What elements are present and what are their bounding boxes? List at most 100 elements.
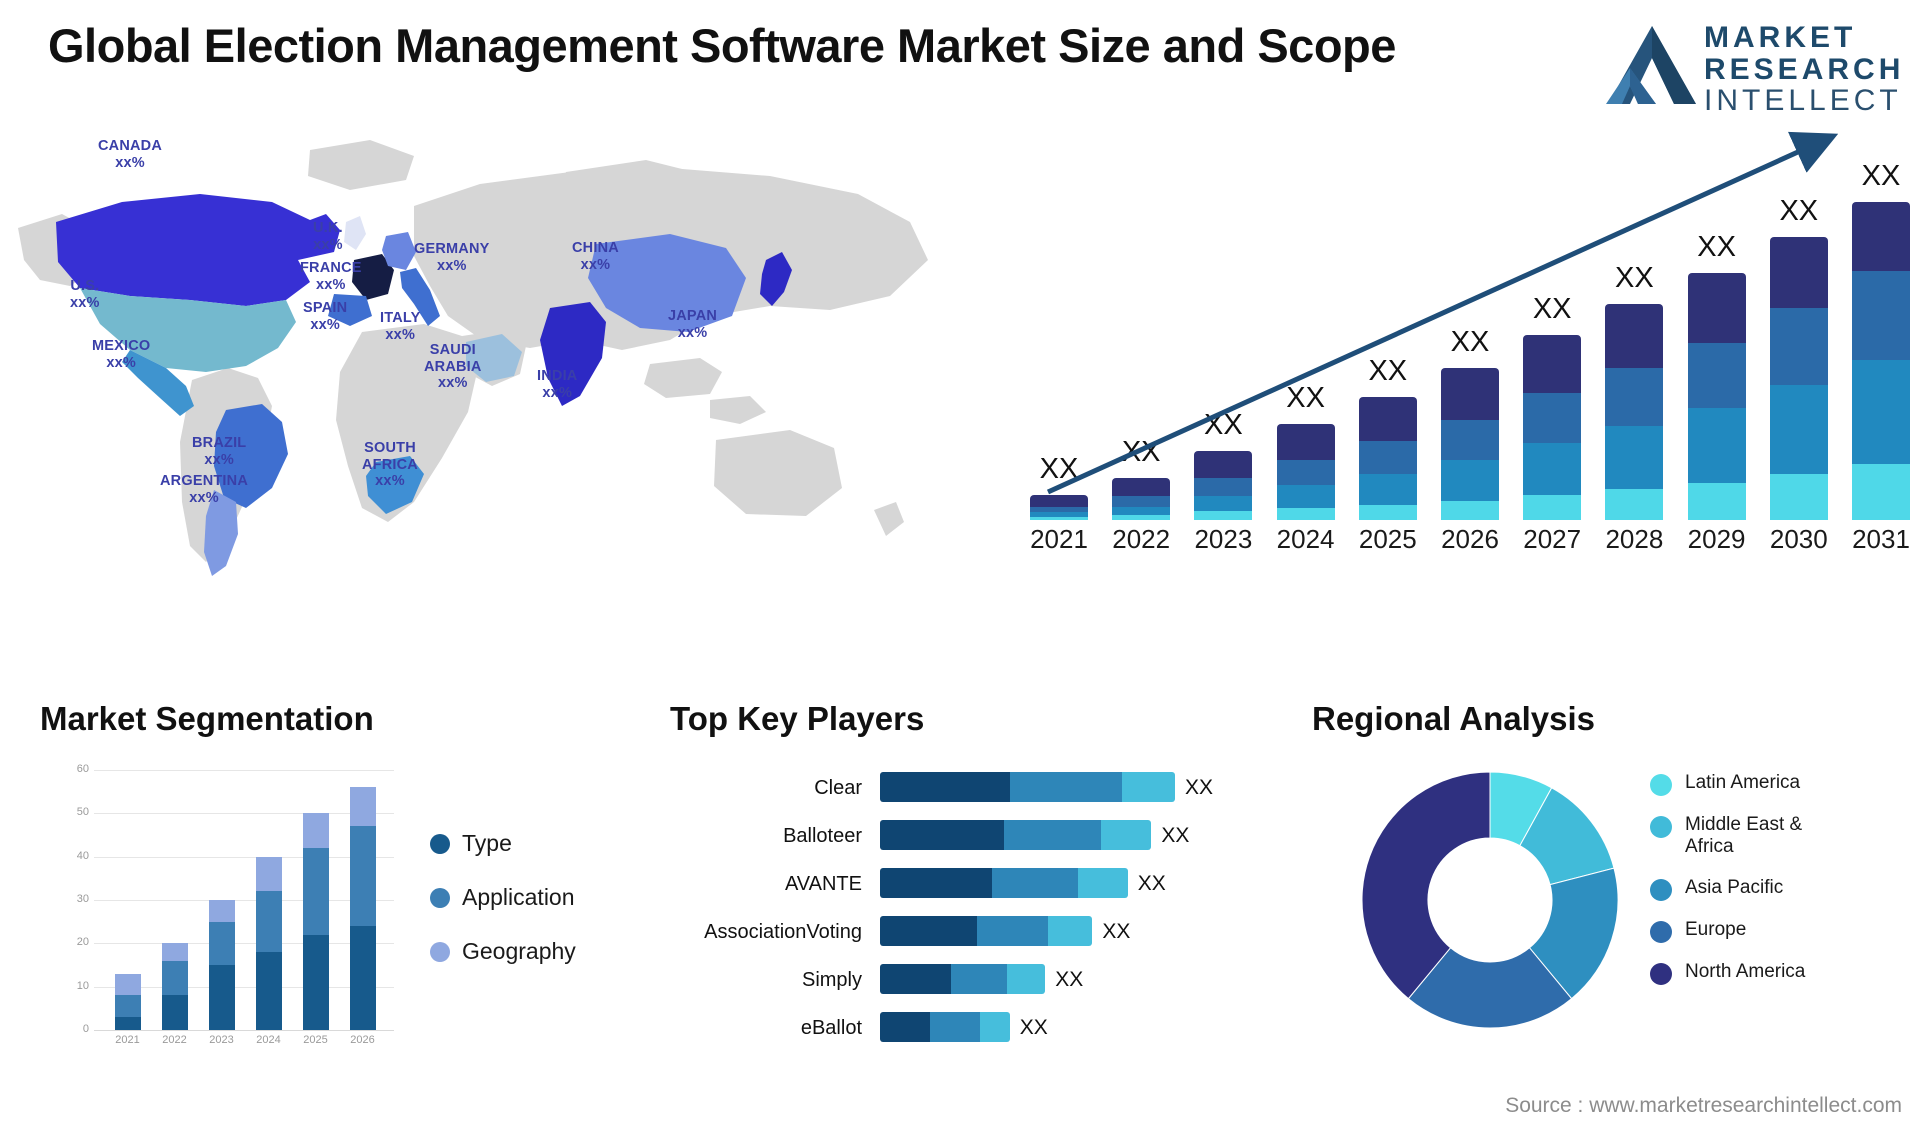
forecast-bar-segment-tier-2-teal — [1687, 408, 1746, 484]
forecast-bar-segment-tier-3-blue — [1194, 477, 1253, 496]
map-label-country: INDIA — [537, 368, 578, 384]
forecast-bar-segment-tier-3-blue — [1276, 460, 1335, 486]
segmentation-segment-application — [349, 826, 376, 927]
forecast-year-axis: 2021 2022 2023 2024 2025 2026 2027 2028 2029 2030… — [1030, 524, 1910, 570]
market-segmentation-panel: Market Segmentation 60 50 40 30 20 10 0 2021 202… — [40, 700, 600, 1120]
map-label-country: ARGENTINA — [160, 473, 248, 489]
forecast-bar — [1441, 367, 1499, 520]
forecast-year-label: 2029 — [1687, 524, 1746, 554]
player-bar-segment-segment-3 — [1101, 820, 1152, 850]
map-label-italy: ITALY xx% — [380, 310, 420, 343]
forecast-bar-chart: XX XX XX XX XX XX XX XX XX XX XX 2021 2022 2023 2024 2… — [1030, 120, 1910, 590]
segmentation-legend-label: Geography — [462, 938, 576, 964]
forecast-bars-plot: XX XX XX XX XX XX XX XX XX XX XX — [1030, 120, 1910, 520]
forecast-bar-segment-tier-4-navy — [1605, 304, 1664, 368]
segmentation-segment-application — [161, 960, 188, 996]
forecast-bar-segment-tier-1-cyan — [1687, 483, 1746, 520]
forecast-bar-segment-tier-4-navy — [1194, 450, 1253, 478]
forecast-year-label: 2021 — [1030, 524, 1088, 554]
forecast-bar-segment-tier-1-cyan — [1194, 511, 1253, 520]
regional-legend-label: Latin America — [1685, 772, 1801, 793]
map-label-percent: xx% — [436, 257, 467, 274]
player-value-label: XX — [1102, 920, 1131, 943]
forecast-bar-segment-tier-4-navy — [1358, 396, 1417, 442]
regional-legend-item[interactable]: North America — [1650, 961, 1855, 985]
player-bar-segment-segment-2 — [930, 1012, 981, 1042]
forecast-bar-segment-tier-4-navy — [1769, 236, 1828, 309]
forecast-bar-segment-tier-2-teal — [1358, 473, 1417, 505]
map-label-percent: xx% — [580, 256, 611, 273]
forecast-bar-value-label: XX — [1615, 262, 1654, 295]
top-key-players-panel: Top Key Players Clear XX Balloteer XX AVANTE… — [640, 700, 1213, 1120]
player-value-label: XX — [1019, 1016, 1048, 1039]
forecast-bar-segment-tier-1-cyan — [1523, 494, 1582, 520]
map-label-percent: xx% — [310, 316, 340, 333]
regional-legend-item[interactable]: Latin America — [1650, 772, 1855, 796]
map-label-france: FRANCE xx% — [300, 260, 362, 293]
map-label-canada: CANADA xx% — [98, 138, 162, 171]
player-bar — [880, 1012, 1010, 1042]
player-bar — [880, 964, 1046, 994]
segmentation-segment-geography — [114, 973, 141, 996]
forecast-year-label: 2028 — [1605, 524, 1664, 554]
segmentation-segment-geography — [161, 943, 188, 961]
forecast-bar-value-label: XX — [1286, 381, 1325, 414]
player-name-label: Simply — [801, 969, 862, 991]
player-value-label: XX — [1055, 968, 1084, 991]
legend-dot-icon — [1650, 920, 1672, 943]
forecast-bar-value-label: XX — [1204, 408, 1243, 441]
forecast-bar-segment-tier-2-teal — [1605, 425, 1664, 490]
forecast-bar — [1523, 335, 1582, 520]
player-bar-segment-segment-1 — [880, 820, 1004, 850]
forecast-bar-segment-tier-2-teal — [1112, 506, 1171, 516]
forecast-bar — [1194, 450, 1253, 520]
segmentation-x-tick: 2023 — [209, 1034, 234, 1046]
forecast-bar-segment-tier-1-cyan — [1276, 508, 1335, 520]
player-value-label: XX — [1137, 872, 1166, 895]
source-text: Source : www.marketresearchintellect.com — [1505, 1094, 1902, 1117]
world-map-svg — [18, 140, 928, 576]
players-title: Top Key Players — [670, 700, 925, 737]
regional-donut-svg — [1361, 771, 1619, 1029]
segmentation-legend-item[interactable]: Geography — [430, 938, 576, 965]
forecast-bar — [1112, 477, 1171, 520]
map-label-south-africa: SOUTH AFRICA xx% — [362, 440, 418, 490]
player-bar-segment-segment-3 — [1006, 964, 1046, 994]
map-label-country: CANADA — [98, 138, 163, 154]
segmentation-segment-application — [114, 995, 141, 1018]
regional-legend-item[interactable]: Europe — [1650, 919, 1855, 943]
segmentation-legend-item[interactable]: Application — [430, 884, 576, 911]
map-label-spain: SPAIN xx% — [303, 300, 347, 333]
forecast-year-label: 2024 — [1276, 524, 1335, 554]
forecast-bar-segment-tier-3-blue — [1112, 495, 1171, 507]
segmentation-legend-item[interactable]: Type — [430, 830, 576, 857]
segmentation-x-tick: 2024 — [256, 1034, 281, 1046]
legend-dot-icon — [1650, 774, 1672, 796]
regional-legend-item[interactable]: Middle East & Africa — [1650, 814, 1855, 859]
regional-legend-label: North America — [1685, 960, 1806, 982]
segmentation-x-axis — [94, 1030, 394, 1031]
forecast-bar-segment-tier-1-cyan — [1605, 489, 1664, 520]
player-bar-segment-segment-2 — [977, 916, 1049, 946]
regional-legend-item[interactable]: Asia Pacific — [1650, 877, 1855, 901]
logo-wordmark: MARKET RESEARCH INTELLECT — [1704, 22, 1904, 117]
segmentation-y-tick: 50 — [76, 806, 89, 819]
player-name-label: Balloteer — [783, 825, 862, 847]
players-plot: Clear XX Balloteer XX AVANTE XX AssociationVot… — [640, 772, 1213, 1062]
forecast-bar — [1276, 423, 1335, 520]
logo-mountain-icon — [1604, 20, 1700, 108]
map-label-country: MEXICO — [92, 338, 151, 354]
regional-legend-label: Asia Pacific — [1685, 876, 1784, 898]
segmentation-segment-geography — [255, 856, 282, 892]
legend-dot-icon — [1650, 962, 1672, 985]
map-label-percent: xx% — [375, 473, 405, 490]
player-bar-segment-segment-1 — [880, 964, 951, 994]
player-bar-segment-segment-3 — [1121, 772, 1175, 802]
map-label-percent: xx% — [677, 324, 708, 341]
map-label-percent: xx% — [70, 294, 100, 311]
player-bar — [880, 868, 1128, 898]
forecast-bar-segment-tier-1-cyan — [1852, 464, 1910, 520]
forecast-bar-segment-tier-1-cyan — [1769, 473, 1828, 520]
logo-line-market: MARKET — [1704, 21, 1857, 54]
player-name-label: eBallot — [800, 1017, 862, 1039]
